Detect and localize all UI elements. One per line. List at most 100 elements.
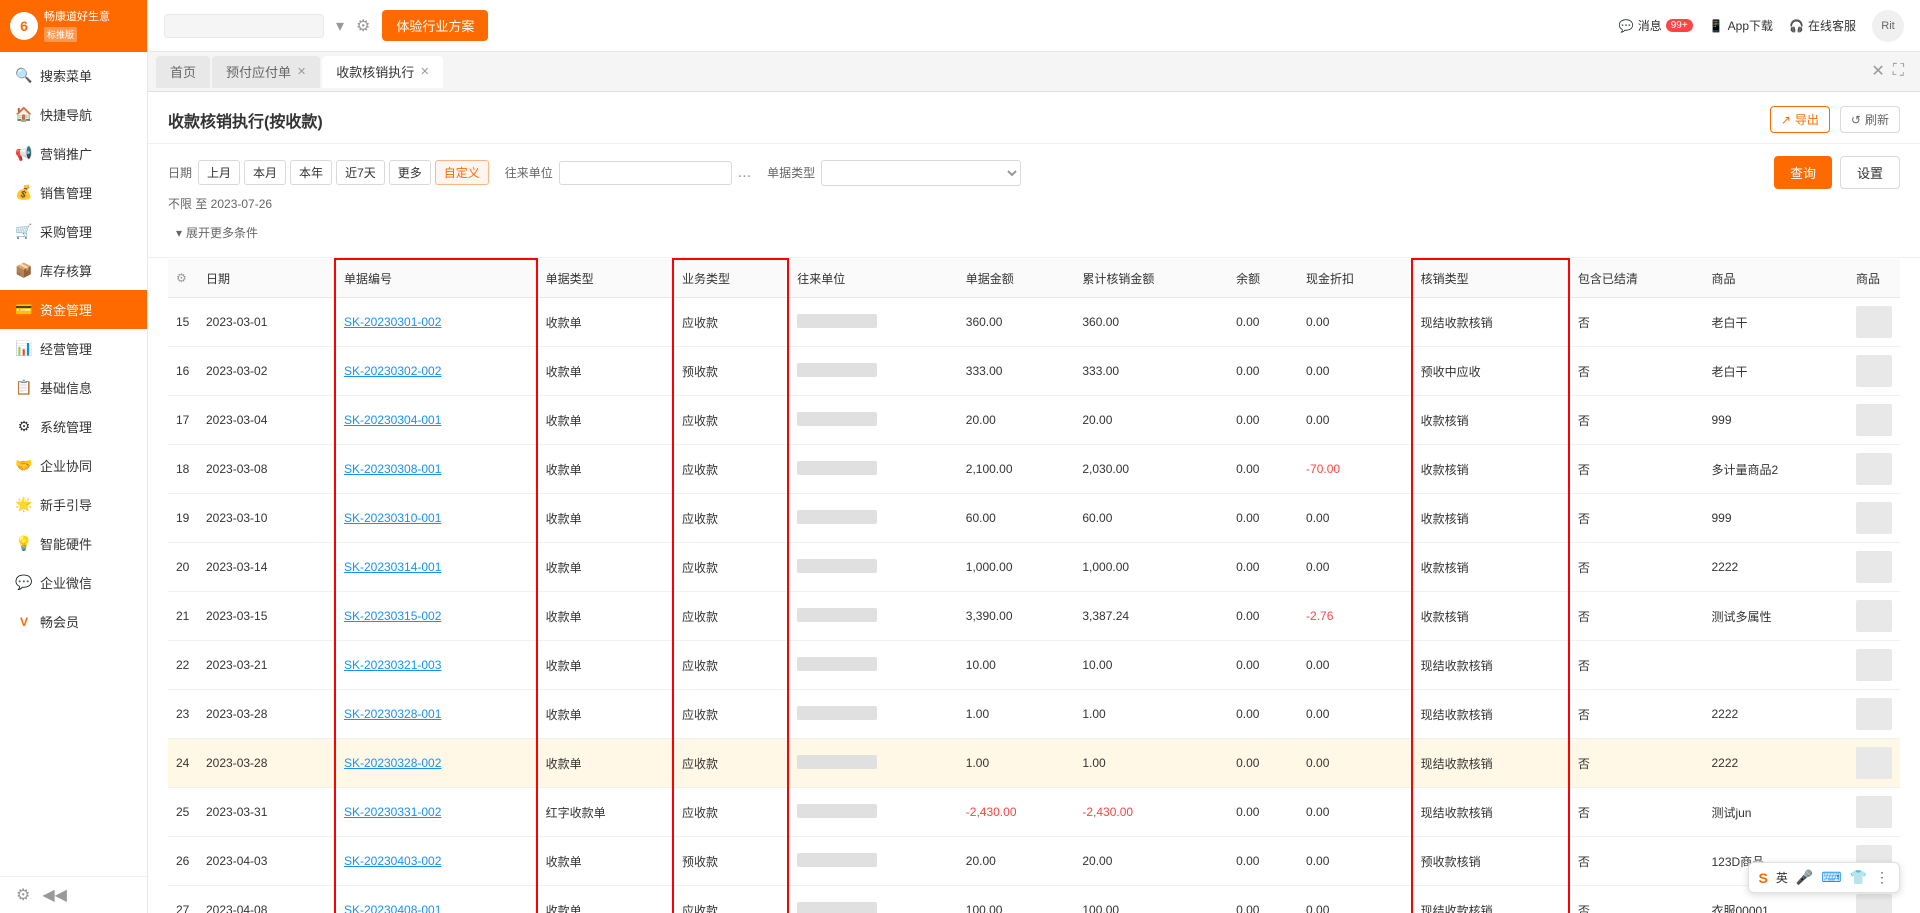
sidebar-item-enterprise[interactable]: 🤝 企业协同 [0,446,147,485]
sidebar-item-purchase[interactable]: 🛒 采购管理 [0,212,147,251]
col-verify-type: 核销类型 [1412,259,1569,298]
table-container: ⚙ 日期 单据编号 单据类型 业务类型 往来单位 单据金额 累计核销金额 余额 … [148,258,1920,913]
date-btn-last-month[interactable]: 上月 [198,160,240,185]
solution-button[interactable]: 体验行业方案 [382,10,488,41]
cell-verify-amount: 3,387.24 [1074,592,1228,641]
close-window-icon[interactable]: ✕ [1871,61,1884,81]
voucher-link[interactable]: SK-20230310-001 [344,511,441,525]
sidebar-item-inventory[interactable]: 📦 库存核算 [0,251,147,290]
mic-icon[interactable]: 🎤 [1796,869,1813,886]
cell-include-settled: 否 [1569,543,1704,592]
voucher-link[interactable]: SK-20230403-002 [344,854,441,868]
cell-verify-type: 预收款核销 [1412,837,1569,886]
cell-amount: 1.00 [958,739,1075,788]
sidebar-item-basics[interactable]: 📋 基础信息 [0,368,147,407]
notification-item[interactable]: 💬 消息 99+ [1619,17,1693,34]
cell-goods2 [1848,739,1900,788]
sidebar-item-search[interactable]: 🔍 搜索菜单 [0,56,147,95]
tab-label: 收款核销执行 [336,62,414,81]
export-button[interactable]: ↗ 导出 [1770,106,1830,133]
cell-voucher-type: 收款单 [537,543,673,592]
tab-home[interactable]: 首页 [156,56,210,88]
voucher-link[interactable]: SK-20230301-002 [344,315,441,329]
col-date: 日期 [198,259,335,298]
page-area: 收款核销执行(按收款) ↗ 导出 ↺ 刷新 日期 上月 本月 [148,92,1920,913]
sidebar-item-finance[interactable]: 💳 资金管理 [0,290,147,329]
col-settings[interactable]: ⚙ [168,259,198,298]
expand-window-icon[interactable]: ⛶ [1893,62,1904,80]
date-btn-custom[interactable]: 自定义 [435,160,489,185]
voucher-link[interactable]: SK-20230328-002 [344,756,441,770]
cell-no: 23 [168,690,198,739]
logo-text: 畅康道好生意 [44,10,110,24]
cell-verify-type: 收款核销 [1412,543,1569,592]
sidebar-item-guide[interactable]: 🌟 新手引导 [0,485,147,524]
sidebar-item-member[interactable]: V 畅会员 [0,602,147,641]
cell-verify-type: 现结收款核销 [1412,298,1569,347]
collapse-arrow-icon[interactable]: ◀◀ [42,885,67,905]
cell-date: 2023-03-14 [198,543,335,592]
settings-gear-icon[interactable]: ⚙ [16,885,30,905]
chevron-down-icon[interactable]: ▾ [336,16,344,36]
keyboard-icon[interactable]: ⌨ [1821,869,1841,886]
sidebar-item-wechat[interactable]: 💬 企业微信 [0,563,147,602]
date-btn-group: 上月 本月 本年 近7天 更多 自定义 [198,160,489,185]
breadcrumb-input[interactable] [164,14,324,38]
cell-partner [788,886,957,913]
date-btn-more[interactable]: 更多 [389,160,431,185]
header-gear-icon[interactable]: ⚙ [356,16,370,36]
date-filter-label: 日期 [168,164,192,181]
cell-discount: 0.00 [1298,298,1412,347]
cell-balance: 0.00 [1228,690,1298,739]
voucher-link[interactable]: SK-20230408-001 [344,903,441,913]
date-btn-this-month[interactable]: 本月 [244,160,286,185]
tab-collection-verify[interactable]: 收款核销执行 ✕ [322,56,443,88]
sidebar-item-operations[interactable]: 📊 经营管理 [0,329,147,368]
cell-amount: 3,390.00 [958,592,1075,641]
sidebar-item-quick-nav[interactable]: 🏠 快捷导航 [0,95,147,134]
cell-verify-amount: 1.00 [1074,690,1228,739]
purchase-icon: 🛒 [16,224,32,240]
expand-conditions-button[interactable]: ▾ 展开更多条件 [168,220,266,245]
query-button[interactable]: 查询 [1774,156,1832,189]
partner-input[interactable] [559,161,732,185]
online-service-item[interactable]: 🎧 在线客服 [1789,17,1856,34]
sidebar-item-system[interactable]: ⚙ 系统管理 [0,407,147,446]
app-download-item[interactable]: 📱 App下载 [1709,17,1773,34]
voucher-link[interactable]: SK-20230308-001 [344,462,441,476]
emoji-icon[interactable]: 👕 [1850,869,1867,886]
col-goods1: 商品 [1703,259,1848,298]
voucher-link[interactable]: SK-20230314-001 [344,560,441,574]
tab-close-icon[interactable]: ✕ [420,65,429,78]
tab-close-icon[interactable]: ✕ [297,65,306,78]
cell-partner [788,690,957,739]
table-row: 17 2023-03-04 SK-20230304-001 收款单 应收款 20… [168,396,1900,445]
voucher-link[interactable]: SK-20230302-002 [344,364,441,378]
voucher-link[interactable]: SK-20230331-002 [344,805,441,819]
voucher-link[interactable]: SK-20230321-003 [344,658,441,672]
date-btn-7days[interactable]: 近7天 [336,160,385,185]
cell-discount: 0.00 [1298,739,1412,788]
avatar[interactable]: Rit [1872,10,1904,42]
sidebar-item-hardware[interactable]: 💡 智能硬件 [0,524,147,563]
sidebar-item-label: 新手引导 [40,495,92,514]
voucher-link[interactable]: SK-20230304-001 [344,413,441,427]
refresh-button[interactable]: ↺ 刷新 [1840,106,1900,133]
col-goods2: 商品 [1848,259,1900,298]
voucher-link[interactable]: SK-20230328-001 [344,707,441,721]
refresh-icon: ↺ [1851,113,1861,127]
more-dots-icon[interactable]: ... [738,164,751,182]
date-btn-this-year[interactable]: 本年 [290,160,332,185]
more-ime-icon[interactable]: ⋮ [1875,869,1889,886]
voucher-link[interactable]: SK-20230315-002 [344,609,441,623]
setting-button[interactable]: 设置 [1840,156,1900,189]
tab-pre-payment[interactable]: 预付应付单 ✕ [212,56,320,88]
sidebar-item-marketing[interactable]: 📢 营销推广 [0,134,147,173]
cell-biz-type: 应收款 [673,445,788,494]
col-include-settled: 包含已结清 [1569,259,1704,298]
cell-goods2 [1848,445,1900,494]
sidebar-item-sales[interactable]: 💰 销售管理 [0,173,147,212]
ime-toolbar: S 英 🎤 ⌨ 👕 ⋮ [1748,862,1900,893]
voucher-type-select[interactable] [821,160,1021,186]
cell-partner [788,445,957,494]
